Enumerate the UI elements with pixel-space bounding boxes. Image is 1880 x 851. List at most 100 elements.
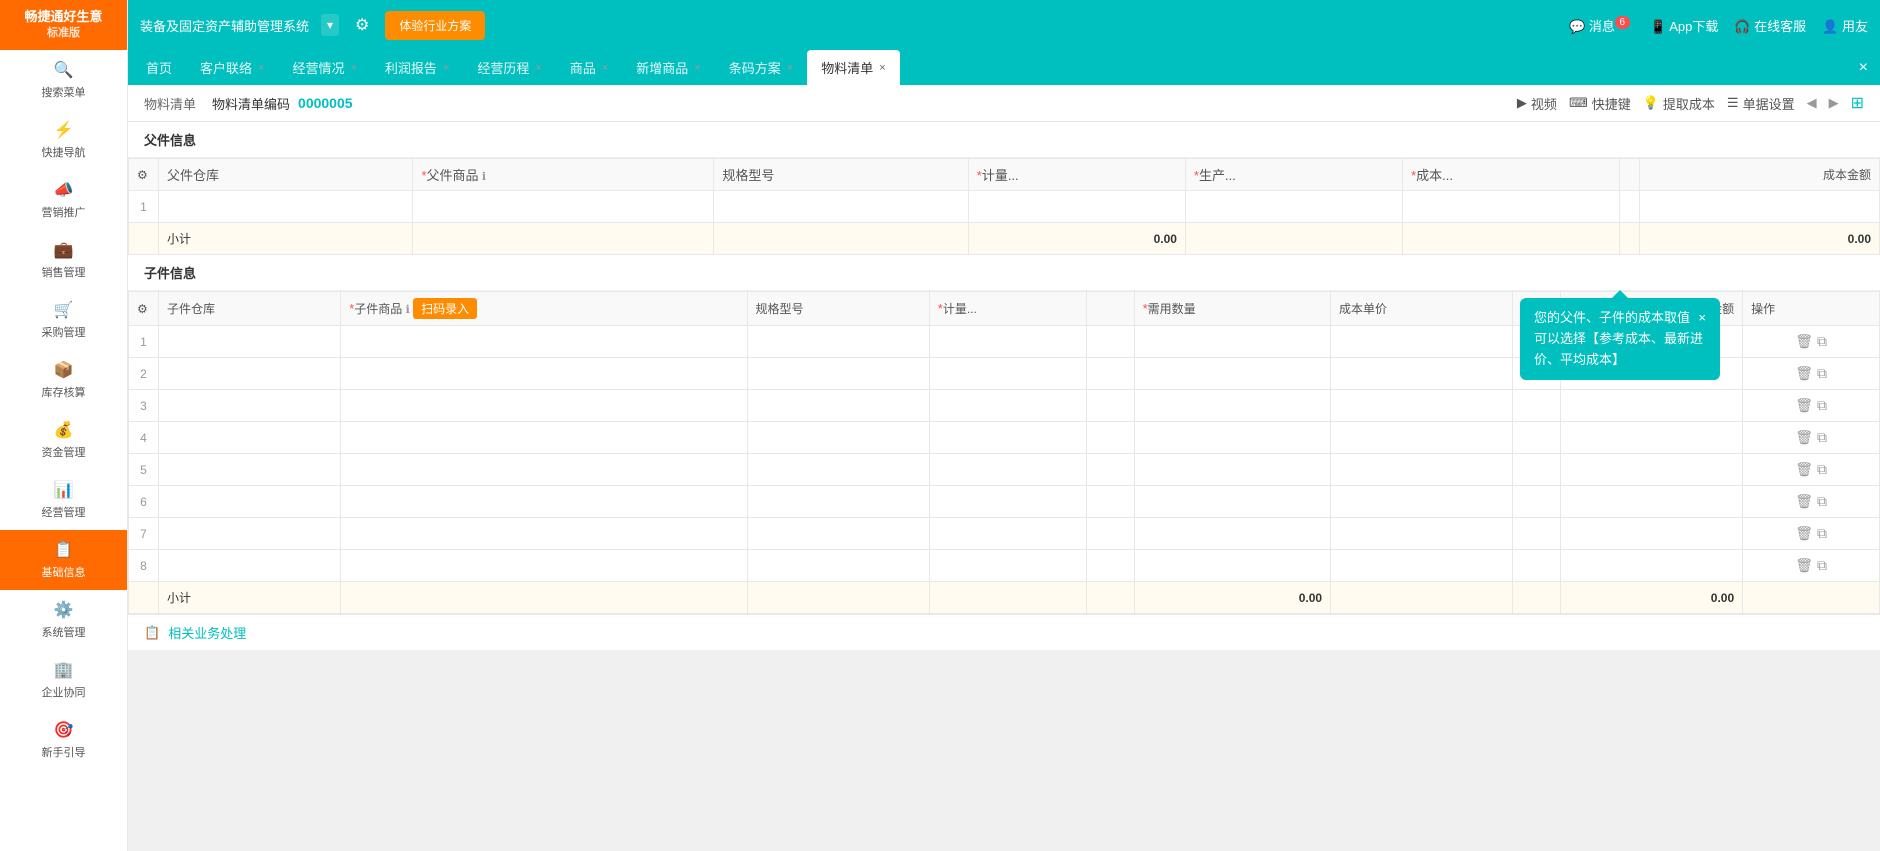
child-spec-2[interactable] [747, 358, 929, 390]
child-unitcost-1[interactable] [1331, 326, 1513, 358]
tab-operation[interactable]: 经营情况 × [278, 50, 370, 85]
delete-icon-5[interactable]: 🗑 [1795, 461, 1813, 478]
tab-operation-close[interactable]: × [350, 62, 356, 74]
child-unit-5[interactable] [929, 454, 1086, 486]
child-spec-8[interactable] [747, 550, 929, 582]
copy-icon-7[interactable]: ⧉ [1817, 525, 1827, 542]
sidebar-item-guide[interactable]: 🎯 新手引导 [0, 710, 127, 770]
delete-icon-7[interactable]: 🗑 [1795, 525, 1813, 542]
parent-produce-cell[interactable] [1185, 191, 1402, 223]
child-goods-2[interactable] [341, 358, 747, 390]
copy-icon-5[interactable]: ⧉ [1817, 461, 1827, 478]
child-qty-6[interactable] [1134, 486, 1330, 518]
child-unit-3[interactable] [929, 390, 1086, 422]
sidebar-item-finance[interactable]: 💰 资金管理 [0, 410, 127, 470]
child-qty-7[interactable] [1134, 518, 1330, 550]
copy-icon-2[interactable]: ⧉ [1817, 365, 1827, 382]
parent-col-settings[interactable]: ⚙ [129, 159, 159, 191]
child-unitcost-5[interactable] [1331, 454, 1513, 486]
child-warehouse-4[interactable] [159, 422, 341, 454]
tab-barcode-close[interactable]: × [787, 62, 793, 74]
tab-customer[interactable]: 客户联络 × [186, 50, 278, 85]
sidebar-item-basic[interactable]: 📋 基础信息 [0, 530, 127, 590]
sidebar-item-operation[interactable]: 📊 经营管理 [0, 470, 127, 530]
tab-barcode[interactable]: 条码方案 × [715, 50, 807, 85]
close-all-tabs[interactable]: × [1851, 59, 1876, 77]
child-goods-7[interactable] [341, 518, 747, 550]
tab-history-close[interactable]: × [535, 62, 541, 74]
nav-arrow-left[interactable]: ◀ [1807, 95, 1817, 111]
child-goods-8[interactable] [341, 550, 747, 582]
child-goods-1[interactable] [341, 326, 747, 358]
parent-cost-cell[interactable] [1403, 191, 1620, 223]
sidebar-item-purchase[interactable]: 🛒 采购管理 [0, 290, 127, 350]
cost-btn[interactable]: 💡 提取成本 [1643, 94, 1715, 113]
copy-icon-1[interactable]: ⧉ [1817, 333, 1827, 350]
child-unit-6[interactable] [929, 486, 1086, 518]
tab-newgoods[interactable]: 新增商品 × [622, 50, 714, 85]
video-btn[interactable]: ▶ 视频 [1517, 94, 1557, 113]
bottom-label[interactable]: 相关业务处理 [168, 623, 246, 642]
child-warehouse-1[interactable] [159, 326, 341, 358]
child-warehouse-6[interactable] [159, 486, 341, 518]
sidebar-item-system[interactable]: ⚙️ 系统管理 [0, 590, 127, 650]
trial-btn[interactable]: 体验行业方案 [385, 11, 485, 40]
settings-btn[interactable]: ⚙ [347, 11, 377, 39]
copy-icon-6[interactable]: ⧉ [1817, 493, 1827, 510]
grid-view-icon[interactable]: ⊞ [1851, 93, 1864, 113]
child-spec-6[interactable] [747, 486, 929, 518]
parent-spec-cell[interactable] [714, 191, 968, 223]
scan-btn[interactable]: 扫码录入 [413, 298, 477, 319]
tab-goods[interactable]: 商品 × [556, 50, 622, 85]
delete-icon-1[interactable]: 🗑 [1795, 333, 1813, 350]
delete-icon-3[interactable]: 🗑 [1795, 397, 1813, 414]
child-qty-2[interactable] [1134, 358, 1330, 390]
nav-arrow-right[interactable]: ▶ [1829, 95, 1839, 111]
child-spec-4[interactable] [747, 422, 929, 454]
child-spec-5[interactable] [747, 454, 929, 486]
child-qty-3[interactable] [1134, 390, 1330, 422]
copy-icon-3[interactable]: ⧉ [1817, 397, 1827, 414]
child-unit-1[interactable] [929, 326, 1086, 358]
tab-profit[interactable]: 利润报告 × [371, 50, 463, 85]
tab-home[interactable]: 首页 [132, 50, 186, 85]
user-btn[interactable]: 👤 用友 [1822, 16, 1868, 35]
child-qty-4[interactable] [1134, 422, 1330, 454]
parent-warehouse-cell[interactable] [159, 191, 413, 223]
child-goods-4[interactable] [341, 422, 747, 454]
child-goods-5[interactable] [341, 454, 747, 486]
child-unit-8[interactable] [929, 550, 1086, 582]
delete-icon-6[interactable]: 🗑 [1795, 493, 1813, 510]
settings-doc-btn[interactable]: ☰ 单据设置 [1727, 94, 1795, 113]
copy-icon-8[interactable]: ⧉ [1817, 557, 1827, 574]
child-goods-6[interactable] [341, 486, 747, 518]
shortcut-btn[interactable]: ⌨ 快捷键 [1569, 94, 1631, 113]
parent-goods-cell[interactable] [413, 191, 714, 223]
sidebar-item-sales[interactable]: 💼 销售管理 [0, 230, 127, 290]
sidebar-item-inventory[interactable]: 📦 库存核算 [0, 350, 127, 410]
copy-icon-4[interactable]: ⧉ [1817, 429, 1827, 446]
child-col-settings[interactable]: ⚙ [129, 292, 159, 326]
tab-newgoods-close[interactable]: × [694, 62, 700, 74]
tab-history[interactable]: 经营历程 × [463, 50, 555, 85]
tab-goods-close[interactable]: × [602, 62, 608, 74]
child-unit-2[interactable] [929, 358, 1086, 390]
delete-icon-4[interactable]: 🗑 [1795, 429, 1813, 446]
dropdown-btn[interactable]: ▾ [321, 14, 339, 36]
tab-bom-close[interactable]: × [879, 62, 885, 74]
child-unitcost-7[interactable] [1331, 518, 1513, 550]
sidebar-item-corp[interactable]: 🏢 企业协同 [0, 650, 127, 710]
message-btn[interactable]: 💬 消息 6 [1569, 16, 1634, 35]
tooltip-close-btn[interactable]: × [1698, 308, 1706, 329]
sidebar-item-marketing[interactable]: 📣 营销推广 [0, 170, 127, 230]
delete-icon-2[interactable]: 🗑 [1795, 365, 1813, 382]
child-spec-3[interactable] [747, 390, 929, 422]
child-unitcost-4[interactable] [1331, 422, 1513, 454]
child-unitcost-2[interactable] [1331, 358, 1513, 390]
child-unit-4[interactable] [929, 422, 1086, 454]
parent-unit-cell[interactable] [968, 191, 1185, 223]
child-qty-8[interactable] [1134, 550, 1330, 582]
tab-profit-close[interactable]: × [443, 62, 449, 74]
child-unitcost-8[interactable] [1331, 550, 1513, 582]
child-qty-5[interactable] [1134, 454, 1330, 486]
